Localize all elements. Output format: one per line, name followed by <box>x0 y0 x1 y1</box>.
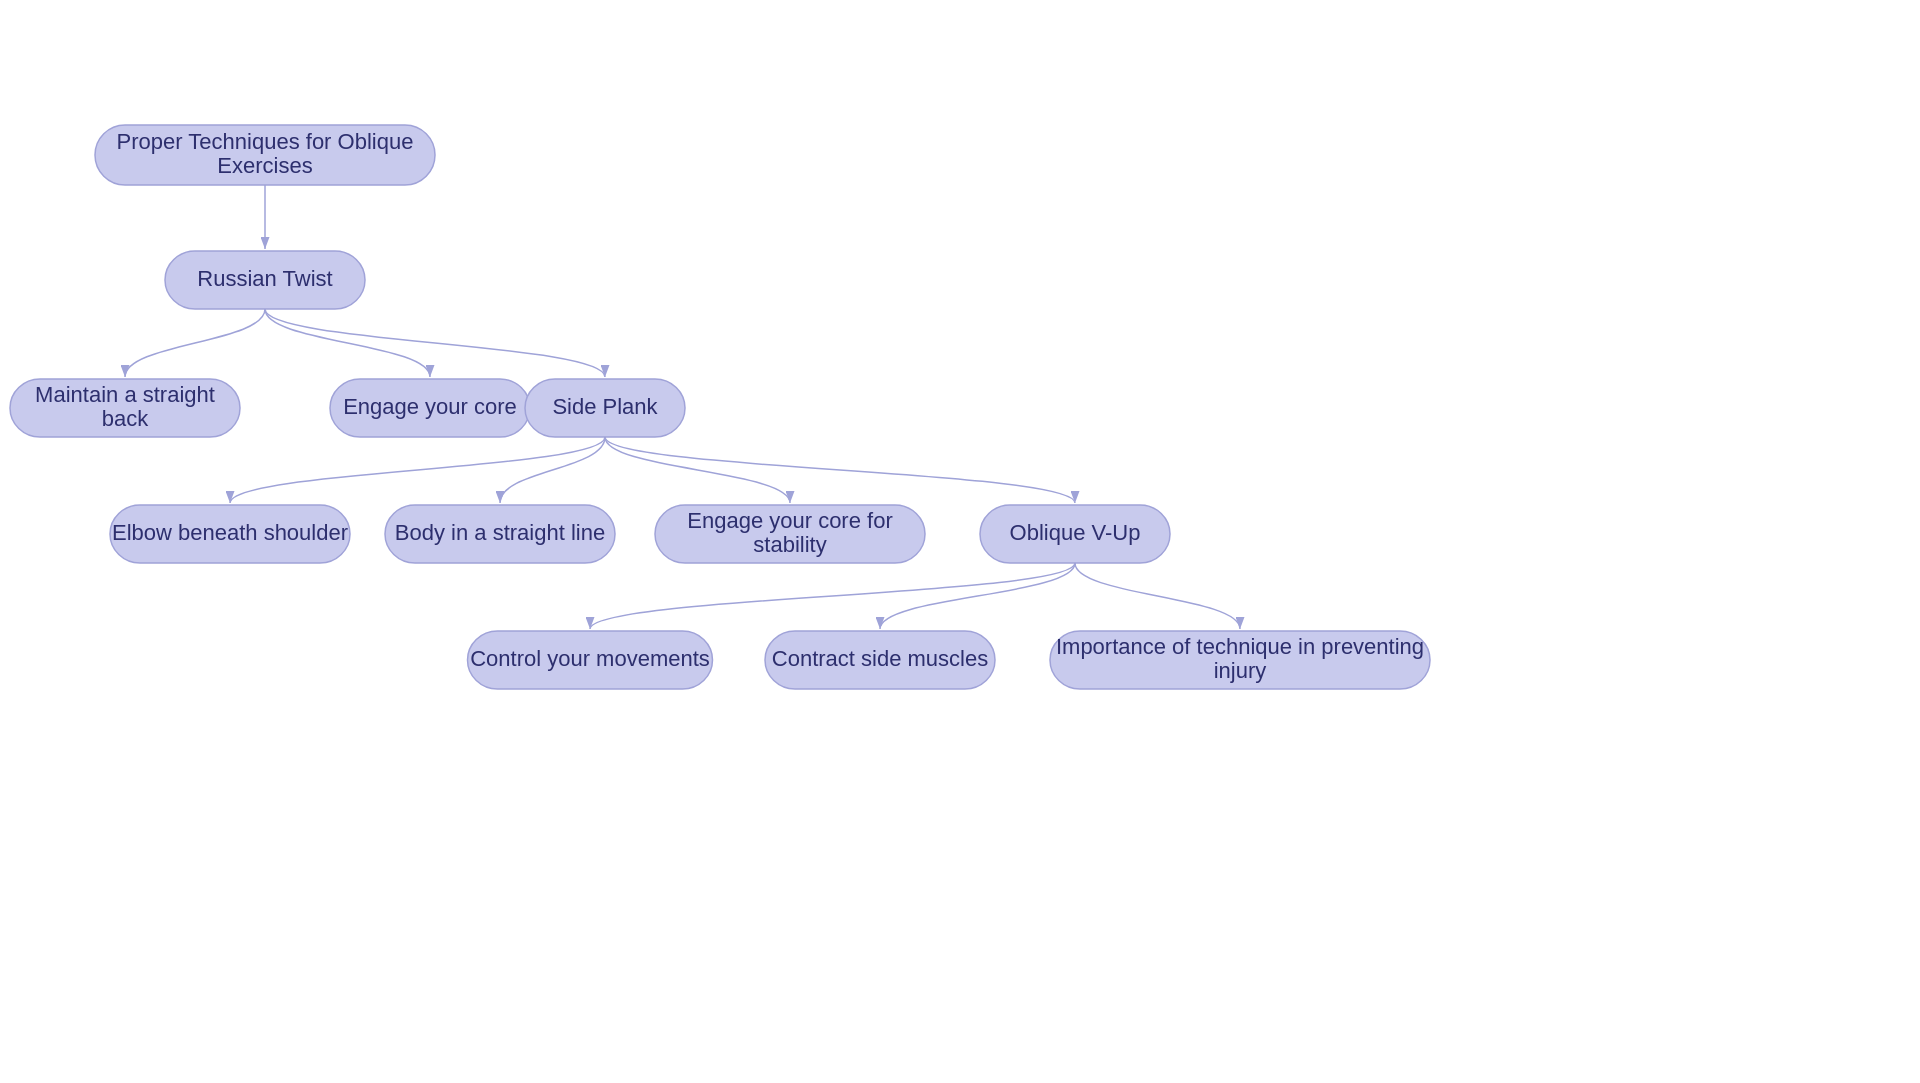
node-text-line-technique_injury-1: injury <box>1214 658 1267 683</box>
node-straight_line: Body in a straight line <box>385 505 615 563</box>
node-label-engage_core: Engage your core <box>343 394 517 419</box>
node-technique_injury: Importance of technique in preventinginj… <box>1050 631 1430 689</box>
node-engage_core: Engage your core <box>330 379 530 437</box>
edge-side_plank-elbow_shoulder <box>230 437 605 503</box>
edge-russian_twist-side_plank <box>265 309 605 377</box>
node-label-elbow_shoulder: Elbow beneath shoulder <box>112 520 348 545</box>
node-label-oblique_vup: Oblique V-Up <box>1010 520 1141 545</box>
node-text-line-core_stability-1: stability <box>753 532 826 557</box>
node-label-side_plank: Side Plank <box>552 394 658 419</box>
node-label-control_movements: Control your movements <box>470 646 710 671</box>
node-russian_twist: Russian Twist <box>165 251 365 309</box>
node-text-line-root-1: Exercises <box>217 153 312 178</box>
node-label-contract_muscles: Contract side muscles <box>772 646 988 671</box>
node-text-line-straight_back-1: back <box>102 406 149 431</box>
node-text-line-oblique_vup-0: Oblique V-Up <box>1010 520 1141 545</box>
node-text-line-side_plank-0: Side Plank <box>552 394 658 419</box>
node-text-line-root-0: Proper Techniques for Oblique <box>117 129 414 154</box>
edge-russian_twist-engage_core <box>265 309 430 377</box>
edge-oblique_vup-control_movements <box>590 563 1075 629</box>
node-text-line-control_movements-0: Control your movements <box>470 646 710 671</box>
node-oblique_vup: Oblique V-Up <box>980 505 1170 563</box>
node-core_stability: Engage your core forstability <box>655 505 925 563</box>
edge-oblique_vup-contract_muscles <box>880 563 1075 629</box>
edge-side_plank-core_stability <box>605 437 790 503</box>
node-text-line-elbow_shoulder-0: Elbow beneath shoulder <box>112 520 348 545</box>
node-elbow_shoulder: Elbow beneath shoulder <box>110 505 350 563</box>
node-text-line-contract_muscles-0: Contract side muscles <box>772 646 988 671</box>
edge-side_plank-straight_line <box>500 437 605 503</box>
edge-russian_twist-straight_back <box>125 309 265 377</box>
edge-oblique_vup-technique_injury <box>1075 563 1240 629</box>
node-label-straight_line: Body in a straight line <box>395 520 605 545</box>
node-root: Proper Techniques for ObliqueExercises <box>95 125 435 185</box>
node-text-line-engage_core-0: Engage your core <box>343 394 517 419</box>
node-control_movements: Control your movements <box>468 631 713 689</box>
diagram: Proper Techniques for ObliqueExercises Ru… <box>0 0 1920 1083</box>
node-text-line-straight_line-0: Body in a straight line <box>395 520 605 545</box>
edge-side_plank-oblique_vup <box>605 437 1075 503</box>
node-side_plank: Side Plank <box>525 379 685 437</box>
node-text-line-core_stability-0: Engage your core for <box>687 508 892 533</box>
node-text-line-russian_twist-0: Russian Twist <box>197 266 332 291</box>
node-straight_back: Maintain a straightback <box>10 379 240 437</box>
node-text-line-technique_injury-0: Importance of technique in preventing <box>1056 634 1424 659</box>
node-label-russian_twist: Russian Twist <box>197 266 332 291</box>
node-text-line-straight_back-0: Maintain a straight <box>35 382 215 407</box>
node-contract_muscles: Contract side muscles <box>765 631 995 689</box>
